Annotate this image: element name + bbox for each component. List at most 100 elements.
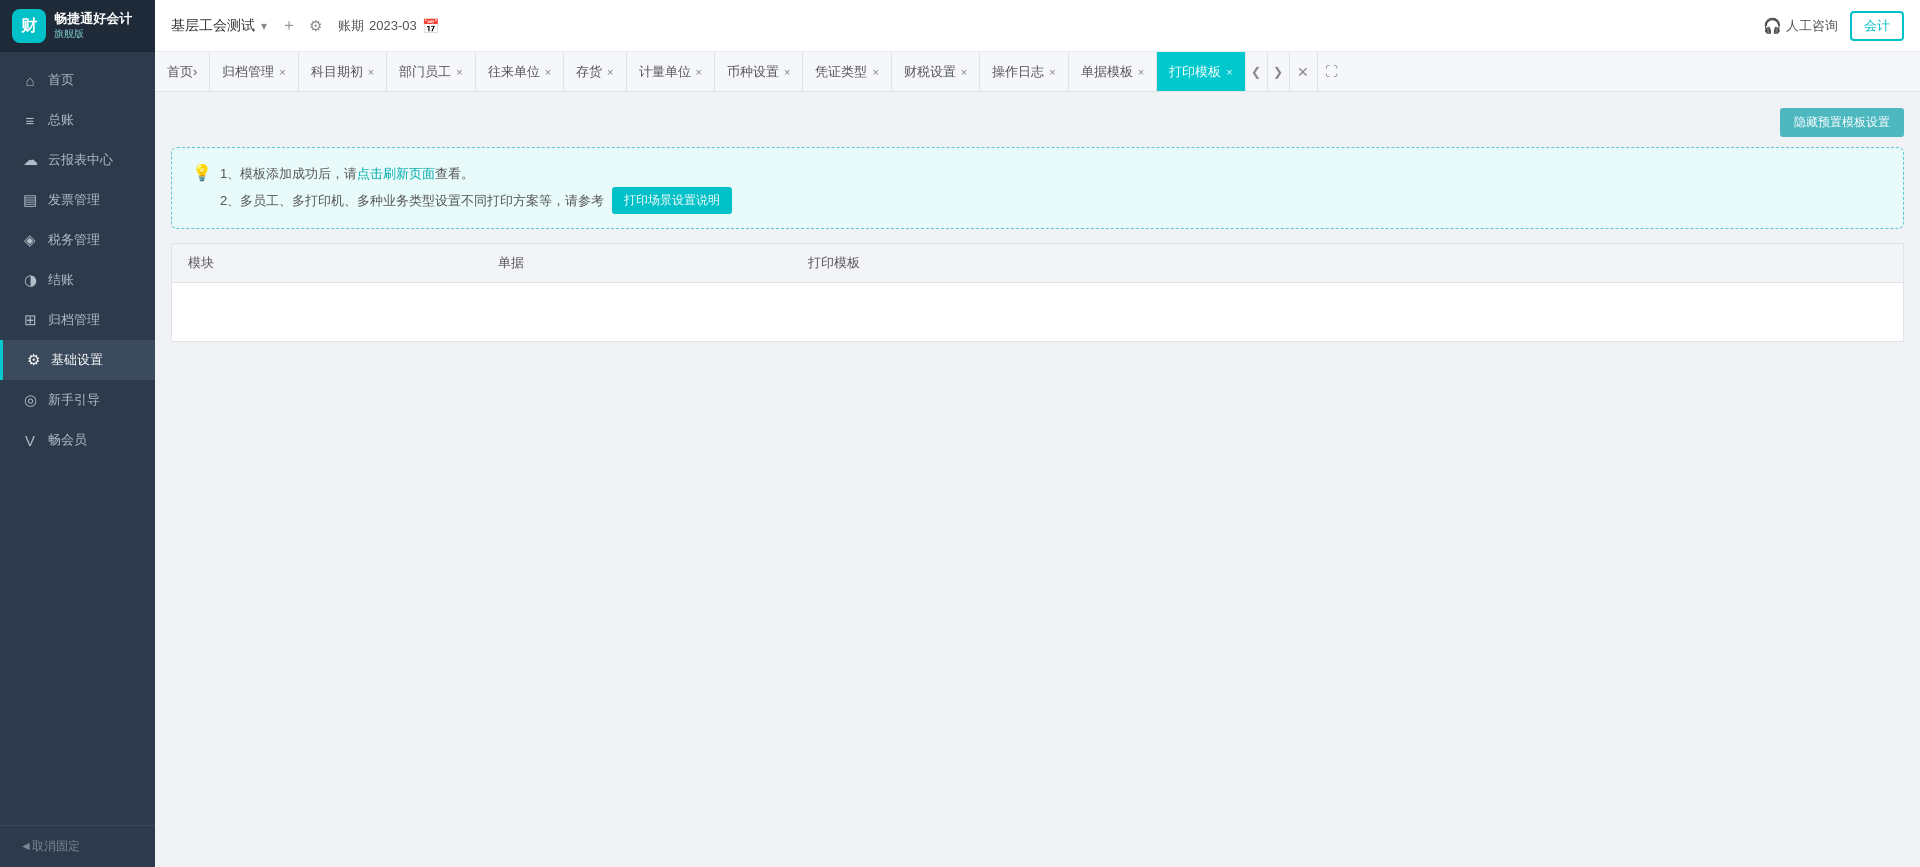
logo-icon: 财	[12, 9, 46, 43]
home-icon: ⌂	[20, 72, 40, 89]
tab-label-archive: 归档管理	[222, 63, 274, 81]
sidebar-item-ledger[interactable]: ≡ 总账	[0, 100, 155, 140]
tab-print_template[interactable]: 打印模板×	[1157, 52, 1245, 92]
headset-icon: 🎧	[1763, 17, 1782, 35]
sidebar-label-settings: 基础设置	[51, 351, 103, 369]
sidebar-item-guide[interactable]: ◎ 新手引导	[0, 380, 155, 420]
col-header-voucher: 单据	[482, 254, 792, 272]
invoice-icon: ▤	[20, 191, 40, 209]
logo-text: 畅捷通好会计 旗舰版	[54, 11, 132, 41]
tab-inventory[interactable]: 存货 ×	[564, 52, 626, 92]
logo-sub: 旗舰版	[54, 27, 132, 41]
close-all-tabs-button[interactable]: ✕	[1290, 52, 1318, 92]
table-header: 模块 单据 打印模板	[171, 243, 1904, 282]
sidebar-nav: ⌂ 首页 ≡ 总账 ☁ 云报表中心 ▤ 发票管理 ◈ 税务管理 ◑ 结账 ⊞ 归…	[0, 52, 155, 825]
account-button[interactable]: 会计	[1850, 11, 1904, 41]
print-scene-button[interactable]: 打印场景设置说明	[612, 187, 732, 214]
tab-close-single_voucher[interactable]: ×	[1138, 66, 1144, 78]
sidebar-label-member: 畅会员	[48, 431, 87, 449]
support-label: 人工咨询	[1786, 17, 1838, 35]
sidebar-item-invoice[interactable]: ▤ 发票管理	[0, 180, 155, 220]
tab-prev-button[interactable]: ❮	[1246, 52, 1268, 92]
tab-close-subject[interactable]: ×	[368, 66, 374, 78]
org-dropdown-icon[interactable]: ▾	[261, 19, 267, 33]
tab-tax_settings[interactable]: 财税设置×	[892, 52, 980, 92]
support-link[interactable]: 🎧 人工咨询	[1763, 17, 1838, 35]
sidebar-item-tax[interactable]: ◈ 税务管理	[0, 220, 155, 260]
tab-single_voucher[interactable]: 单据模板 ×	[1069, 52, 1157, 92]
tab-department[interactable]: 部门员工×	[387, 52, 475, 92]
tab-close-op_log[interactable]: ×	[1049, 66, 1055, 78]
tab-close-department[interactable]: ×	[456, 66, 462, 78]
sidebar: 财 畅捷通好会计 旗舰版 ⌂ 首页 ≡ 总账 ☁ 云报表中心 ▤ 发票管理 ◈ …	[0, 0, 155, 867]
tab-measure[interactable]: 计量单位 ×	[627, 52, 715, 92]
hide-template-button[interactable]: 隐藏预置模板设置	[1780, 108, 1904, 137]
settings-icon: ⚙	[23, 351, 43, 369]
tab-label-inventory: 存货	[576, 63, 602, 81]
tab-label-contact: 往来单位	[488, 63, 540, 81]
tab-label-op_log: 操作日志	[992, 63, 1044, 81]
settings-gear-icon[interactable]: ⚙	[309, 17, 322, 35]
tab-archive[interactable]: 归档管理 ×	[210, 52, 298, 92]
sidebar-label-home: 首页	[48, 71, 74, 89]
add-tab-icon[interactable]: ＋	[281, 15, 297, 36]
tab-label-voucher_type: 凭证类型	[815, 63, 867, 81]
tab-voucher_type[interactable]: 凭证类型 ×	[803, 52, 891, 92]
tab-label-single_voucher: 单据模板	[1081, 63, 1133, 81]
tab-close-tax_settings[interactable]: ×	[961, 66, 967, 78]
calendar-icon[interactable]: 📅	[422, 18, 439, 34]
sidebar-label-invoice: 发票管理	[48, 191, 100, 209]
tab-home[interactable]: 首页›	[155, 52, 210, 92]
col-header-print: 打印模板	[792, 254, 1903, 272]
sidebar-item-settings[interactable]: ⚙ 基础设置	[0, 340, 155, 380]
sidebar-label-guide: 新手引导	[48, 391, 100, 409]
app-logo: 财 畅捷通好会计 旗舰版	[0, 0, 155, 52]
sidebar-item-home[interactable]: ⌂ 首页	[0, 60, 155, 100]
logo-title: 畅捷通好会计	[54, 11, 132, 27]
tab-label-subject: 科目期初	[311, 63, 363, 81]
refresh-page-link[interactable]: 点击刷新页面	[357, 166, 435, 181]
tab-close-print_template[interactable]: ×	[1226, 66, 1232, 78]
tabbar: 首页›归档管理×科目期初×部门员工×往来单位×存货×计量单位×币种设置×凭证类型…	[155, 52, 1920, 92]
tab-label-currency: 币种设置	[727, 63, 779, 81]
tab-op_log[interactable]: 操作日志 ×	[980, 52, 1068, 92]
tab-close-contact[interactable]: ×	[545, 66, 551, 78]
tab-label-home: 首页	[167, 63, 193, 81]
info-text: 1、模板添加成功后，请点击刷新页面查看。 2、多员工、多打印机、多种业务类型设置…	[220, 162, 732, 214]
tab-contact[interactable]: 往来单位 ×	[476, 52, 564, 92]
tab-close-archive[interactable]: ×	[279, 66, 285, 78]
tab-close-currency[interactable]: ×	[784, 66, 790, 78]
info-line1-post: 查看。	[435, 166, 474, 181]
sidebar-item-member[interactable]: V 畅会员	[0, 420, 155, 460]
org-name[interactable]: 基层工会测试	[171, 17, 255, 35]
tab-close-inventory[interactable]: ×	[607, 66, 613, 78]
tab-close-voucher_type[interactable]: ×	[872, 66, 878, 78]
sidebar-item-reports[interactable]: ☁ 云报表中心	[0, 140, 155, 180]
table-body	[171, 282, 1904, 342]
tab-currency[interactable]: 币种设置 ×	[715, 52, 803, 92]
sidebar-unpin-footer[interactable]: ◄取消固定	[0, 825, 155, 867]
sidebar-label-archive: 归档管理	[48, 311, 100, 329]
tab-close-measure[interactable]: ×	[696, 66, 702, 78]
reports-icon: ☁	[20, 151, 40, 169]
archive-icon: ⊞	[20, 311, 40, 329]
tab-label-measure: 计量单位	[639, 63, 691, 81]
hide-template-row: 隐藏预置模板设置	[171, 108, 1904, 137]
tax-icon: ◈	[20, 231, 40, 249]
main-area: 基层工会测试 ▾ ＋ ⚙ 账期 2023-03 📅 🎧 人工咨询 会计 首页›归…	[155, 0, 1920, 867]
topbar-right: 🎧 人工咨询 会计	[1763, 11, 1904, 41]
sidebar-label-tax: 税务管理	[48, 231, 100, 249]
tab-subject[interactable]: 科目期初 ×	[299, 52, 387, 92]
period-display: 账期 2023-03 📅	[338, 17, 439, 35]
period-value: 2023-03	[369, 18, 417, 33]
close-icon: ◑	[20, 271, 40, 289]
sidebar-label-ledger: 总账	[48, 111, 74, 129]
period-label: 账期	[338, 17, 364, 35]
sidebar-item-archive[interactable]: ⊞ 归档管理	[0, 300, 155, 340]
expand-window-icon[interactable]: ⛶	[1318, 52, 1346, 92]
sidebar-label-close: 结账	[48, 271, 74, 289]
sidebar-item-close[interactable]: ◑ 结账	[0, 260, 155, 300]
info-line2-pre: 2、多员工、多打印机、多种业务类型设置不同打印方案等，请参考	[220, 189, 604, 212]
col-header-module: 模块	[172, 254, 482, 272]
tab-next-button[interactable]: ❯	[1268, 52, 1290, 92]
